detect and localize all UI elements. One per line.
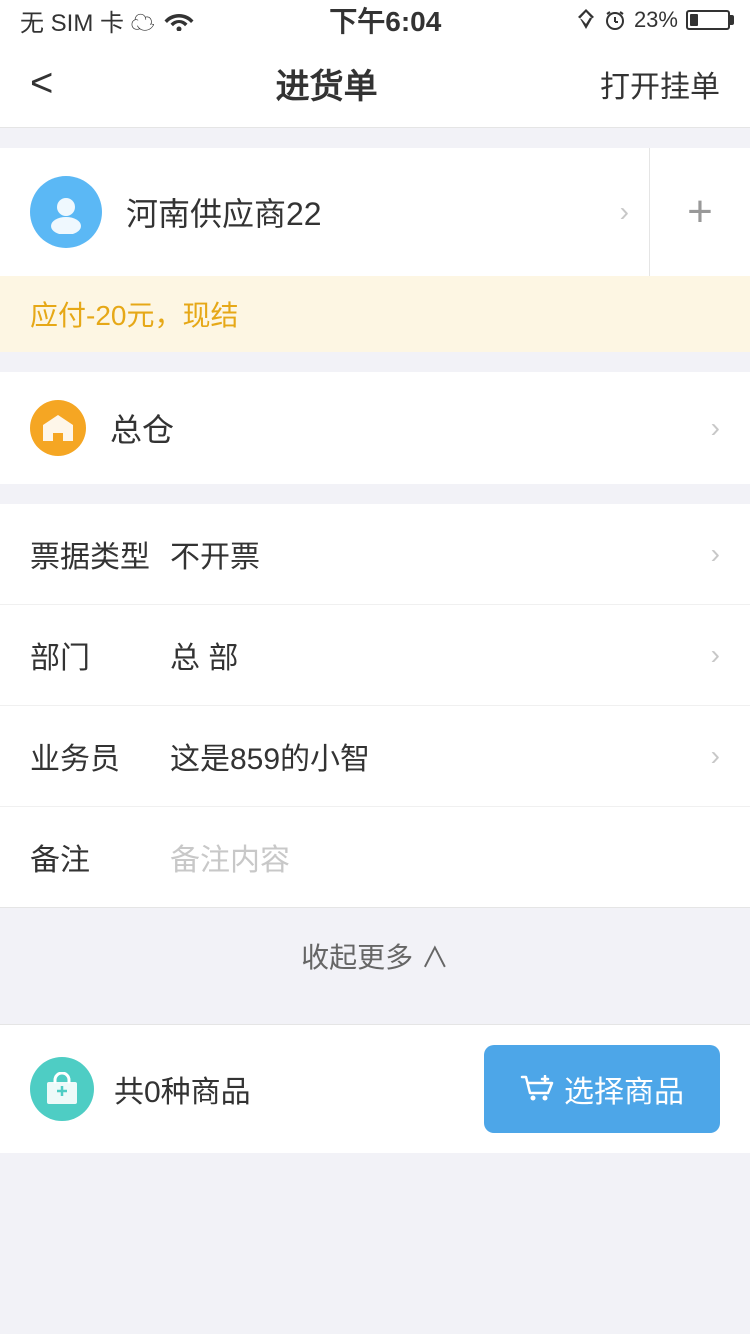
battery-percent: 23% <box>634 7 678 33</box>
salesperson-label: 业务员 <box>30 734 170 778</box>
battery-icon <box>686 10 730 30</box>
salesperson-value: 这是859的小智 <box>170 734 699 778</box>
status-bar: 无 SIM 卡 ☁ 下午6:04 23% <box>0 0 750 40</box>
remark-input[interactable]: 备注内容 <box>170 835 720 879</box>
open-pending-button[interactable]: 打开挂单 <box>600 62 720 106</box>
sim-label: 无 SIM 卡 ☁ <box>20 3 155 38</box>
supplier-name: 河南供应商22 <box>126 189 608 235</box>
notice-banner: 应付-20元，现结 <box>0 276 750 352</box>
wifi-icon <box>163 9 195 31</box>
warehouse-label: 总仓 <box>110 405 699 451</box>
invoice-type-row[interactable]: 票据类型 不开票 › <box>0 504 750 605</box>
supplier-avatar <box>30 176 102 248</box>
back-button[interactable]: < <box>30 61 53 106</box>
warehouse-chevron-icon: › <box>711 412 720 444</box>
add-supplier-button[interactable]: + <box>650 148 750 276</box>
status-left: 无 SIM 卡 ☁ <box>20 3 195 38</box>
department-row[interactable]: 部门 总 部 › <box>0 605 750 706</box>
alarm-icon <box>604 9 626 31</box>
supplier-chevron-icon: › <box>620 196 629 228</box>
select-product-label: 选择商品 <box>564 1067 684 1111</box>
product-count-label: 共0种商品 <box>114 1067 484 1111</box>
status-time: 下午6:04 <box>329 0 441 40</box>
invoice-type-label: 票据类型 <box>30 532 170 576</box>
gap-1 <box>0 128 750 148</box>
remark-row[interactable]: 备注 备注内容 <box>0 807 750 907</box>
select-product-button[interactable]: 选择商品 <box>484 1045 720 1133</box>
salesperson-chevron-icon: › <box>711 740 720 772</box>
bottom-bar: 共0种商品 选择商品 <box>0 1024 750 1153</box>
department-chevron-icon: › <box>711 639 720 671</box>
supplier-selector[interactable]: 河南供应商22 › <box>0 148 650 276</box>
gap-3 <box>0 484 750 504</box>
remark-label: 备注 <box>30 835 170 879</box>
location-icon <box>576 9 596 31</box>
invoice-type-chevron-icon: › <box>711 538 720 570</box>
content: 河南供应商22 › + 应付-20元，现结 总仓 › 票据类型 不开票 › 部门… <box>0 128 750 1153</box>
warehouse-icon <box>30 400 86 456</box>
warehouse-selector[interactable]: 总仓 › <box>0 372 750 484</box>
cart-icon <box>520 1075 554 1103</box>
gap-4 <box>0 1004 750 1024</box>
status-right: 23% <box>576 7 730 33</box>
form-section: 票据类型 不开票 › 部门 总 部 › 业务员 这是859的小智 › 备注 备注… <box>0 504 750 907</box>
department-label: 部门 <box>30 633 170 677</box>
salesperson-row[interactable]: 业务员 这是859的小智 › <box>0 706 750 807</box>
supplier-section: 河南供应商22 › + <box>0 148 750 276</box>
product-icon <box>30 1057 94 1121</box>
gap-2 <box>0 352 750 372</box>
department-value: 总 部 <box>170 633 699 677</box>
invoice-type-value: 不开票 <box>170 532 699 576</box>
page-title: 进货单 <box>276 59 378 108</box>
collapse-button[interactable]: 收起更多 ∧ <box>0 907 750 1004</box>
nav-bar: < 进货单 打开挂单 <box>0 40 750 128</box>
